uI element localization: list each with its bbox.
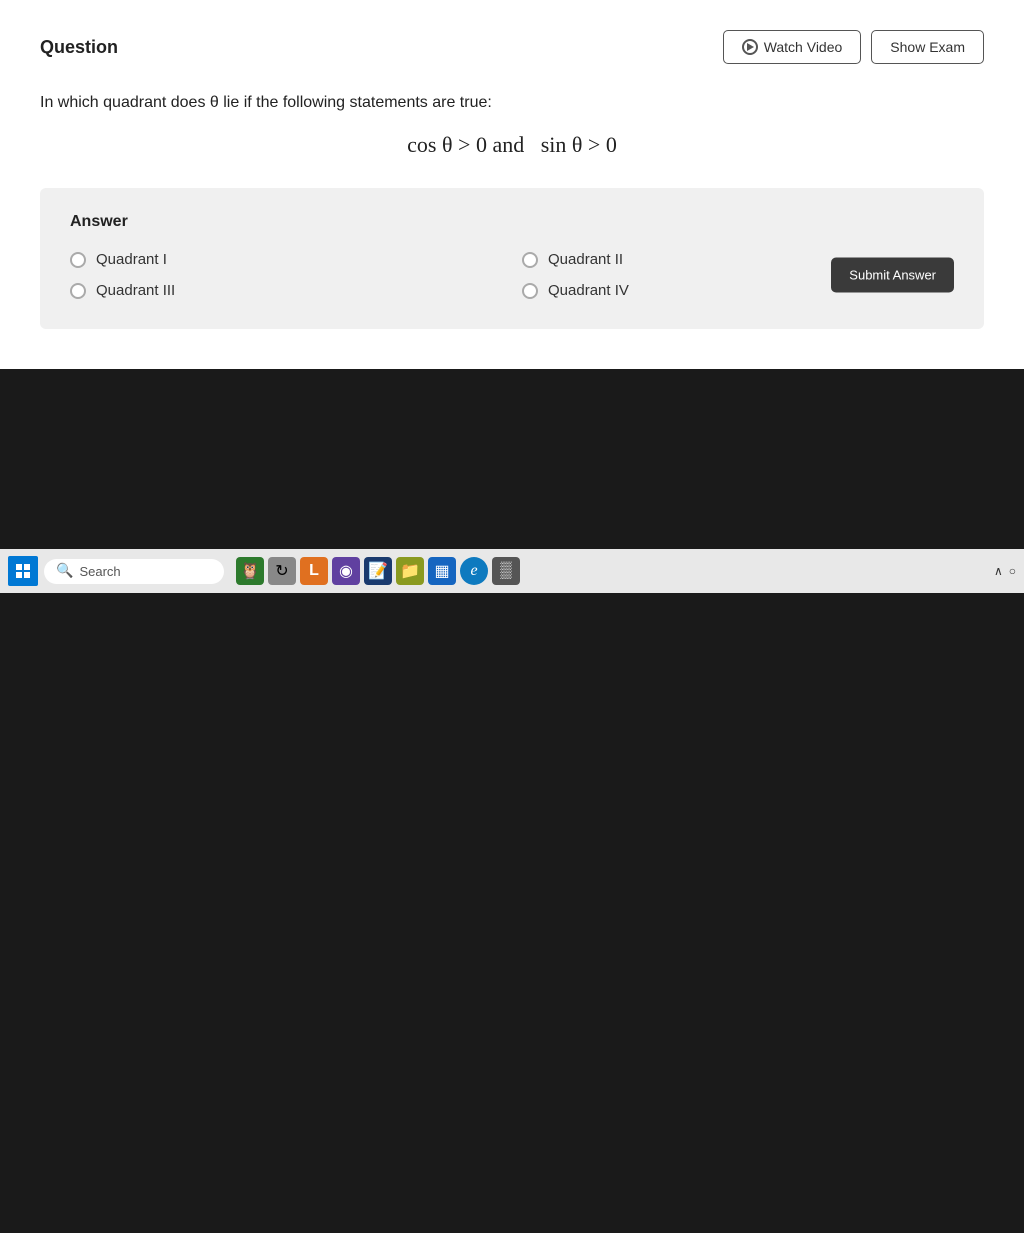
taskbar-search-text: Search <box>79 564 120 579</box>
radio-quadrant-2[interactable] <box>522 252 538 268</box>
taskbar-search-bar[interactable]: 🔍 Search <box>44 559 224 584</box>
taskbar-icon-notes[interactable]: 📝 <box>364 557 392 585</box>
taskbar-app-icons: 🦉 ↻ L ◉ 📝 📁 ▦ e ▒ <box>236 557 520 585</box>
taskbar-icon-tiles[interactable]: ▦ <box>428 557 456 585</box>
windows-logo <box>16 564 30 578</box>
option-label-1: Quadrant I <box>96 251 167 268</box>
radio-quadrant-1[interactable] <box>70 252 86 268</box>
play-triangle <box>747 43 754 51</box>
option-quadrant-1[interactable]: Quadrant I <box>70 251 502 268</box>
taskbar-icon-l[interactable]: L <box>300 557 328 585</box>
watch-video-button[interactable]: Watch Video <box>723 30 862 64</box>
submit-answer-button[interactable]: Submit Answer <box>831 258 954 293</box>
watch-video-label: Watch Video <box>764 39 843 55</box>
taskbar-icon-edge[interactable]: e <box>460 557 488 585</box>
show-exam-button[interactable]: Show Exam <box>871 30 984 64</box>
answer-section: Answer Quadrant I Quadrant II Quadrant I… <box>40 188 984 329</box>
option-label-4: Quadrant IV <box>548 282 629 299</box>
option-label-3: Quadrant III <box>96 282 175 299</box>
taskbar-notification[interactable]: ○ <box>1009 564 1016 578</box>
radio-quadrant-4[interactable] <box>522 283 538 299</box>
question-text: In which quadrant does θ lie if the foll… <box>40 94 984 112</box>
taskbar-icon-extra[interactable]: ▒ <box>492 557 520 585</box>
answer-label: Answer <box>70 213 954 231</box>
dark-background-area <box>0 593 1024 1233</box>
taskbar-icon-discord[interactable]: ◉ <box>332 557 360 585</box>
taskbar-icon-owl[interactable]: 🦉 <box>236 557 264 585</box>
option-quadrant-3[interactable]: Quadrant III <box>70 282 502 299</box>
answer-options: Quadrant I Quadrant II Quadrant III Quad… <box>70 251 954 299</box>
taskbar: 🔍 Search 🦉 ↻ L ◉ 📝 📁 ▦ e ▒ ∧ ○ <box>0 549 1024 593</box>
formula-text: cos θ > 0 and sin θ > 0 <box>407 132 617 157</box>
header-buttons: Watch Video Show Exam <box>723 30 984 64</box>
taskbar-icon-folder[interactable]: 📁 <box>396 557 424 585</box>
option-label-2: Quadrant II <box>548 251 623 268</box>
question-label: Question <box>40 37 118 58</box>
radio-quadrant-3[interactable] <box>70 283 86 299</box>
windows-start-button[interactable] <box>8 556 38 586</box>
taskbar-chevron-up[interactable]: ∧ <box>994 564 1003 578</box>
main-card: Question Watch Video Show Exam In which … <box>0 0 1024 369</box>
taskbar-search-icon: 🔍 <box>56 563 73 580</box>
play-icon <box>742 39 758 55</box>
taskbar-icon-refresh[interactable]: ↻ <box>268 557 296 585</box>
taskbar-right-area: ∧ ○ <box>994 564 1016 578</box>
header-row: Question Watch Video Show Exam <box>40 30 984 64</box>
math-formula: cos θ > 0 and sin θ > 0 <box>40 132 984 158</box>
